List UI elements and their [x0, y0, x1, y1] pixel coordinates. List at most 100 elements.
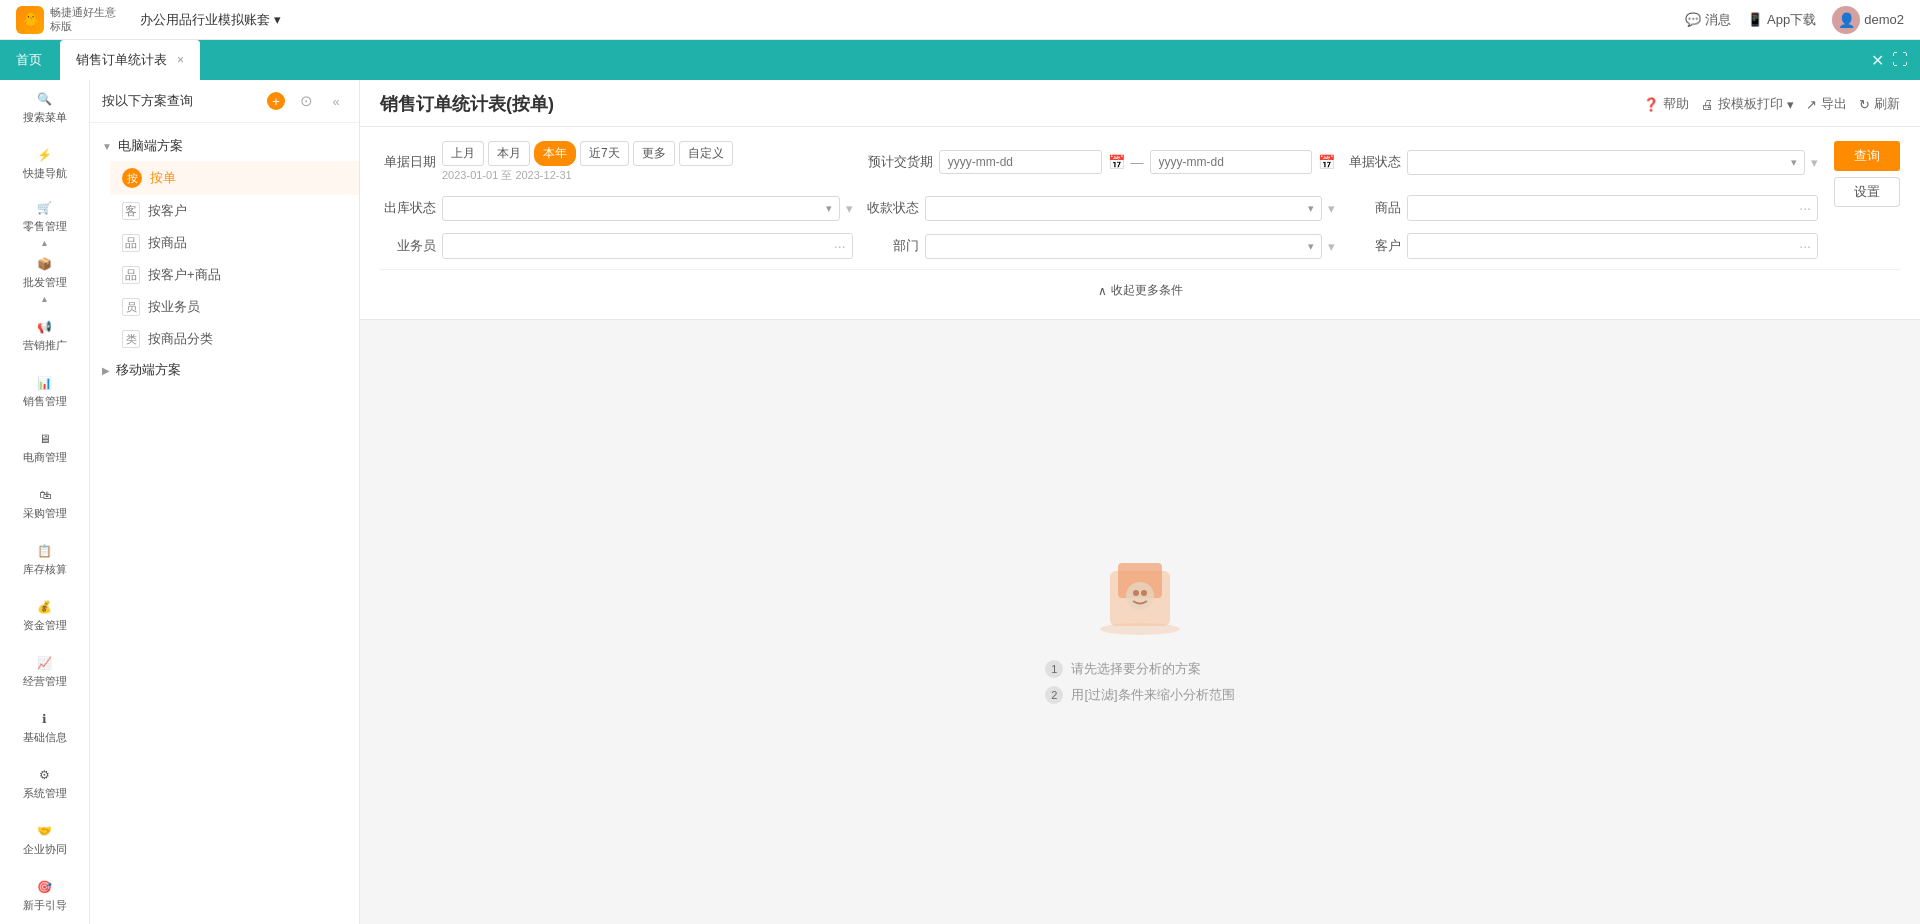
sidebar-item-finance[interactable]: 💰 资金管理 [0, 588, 89, 644]
dept-select[interactable] [925, 234, 1323, 259]
status-select[interactable] [1407, 150, 1805, 175]
date-label: 单据日期 [380, 153, 436, 171]
goods-dots-button[interactable]: ··· [1793, 196, 1817, 220]
sidebar-item-business[interactable]: 📈 经营管理 [0, 644, 89, 700]
sidebar-item-enterprise[interactable]: 🤝 企业协同 [0, 812, 89, 868]
predict-date-start-input[interactable] [939, 150, 1102, 174]
filter-cell-salesman: 业务员 ··· [380, 233, 853, 259]
sidebar-item-inventory[interactable]: 📋 库存核算 [0, 532, 89, 588]
tab-sales-statistics[interactable]: 销售订单统计表 × [60, 40, 200, 80]
filter-cell-dept: 部门 ▾ [863, 234, 1336, 259]
customer-dots-button[interactable]: ··· [1793, 234, 1817, 258]
sidebar-item-retail[interactable]: 🛒 零售管理 ▲ [0, 196, 89, 252]
date-range-text: 2023-01-01 至 2023-12-31 [442, 168, 733, 183]
content-area: 按以下方案查询 + ⊙ « [90, 80, 1920, 924]
sidebar-item-shortcut[interactable]: ⚡ 快捷导航 [0, 136, 89, 192]
sidebar-item-system[interactable]: ⚙ 系统管理 [0, 756, 89, 812]
page-title: 销售订单统计表(按单) [380, 92, 554, 116]
message-button[interactable]: 💬 消息 [1685, 11, 1731, 29]
user-avatar-area[interactable]: 👤 demo2 [1832, 6, 1904, 34]
filter-row-2: 出库状态 ▾ 收款 [380, 195, 1818, 221]
page-title-row: 销售订单统计表(按单) ❓ 帮助 🖨 按模板打印 ▾ [380, 92, 1900, 126]
sidebar-item-purchase[interactable]: 🛍 采购管理 [0, 476, 89, 532]
refresh-button[interactable]: ↻ 刷新 [1859, 95, 1900, 113]
empty-tip-2: 2 用[过滤]条件来缩小分析范围 [1045, 686, 1234, 704]
tree-child-by-goods-category[interactable]: 类 按商品分类 [110, 323, 359, 355]
filter-row-1: 单据日期 上月 本月 本年 近7天 更多 自定义 [380, 141, 1818, 183]
sidebar-item-sales[interactable]: 📊 销售管理 [0, 364, 89, 420]
empty-tip-1: 1 请先选择要分析的方案 [1045, 660, 1234, 678]
window-close-icon[interactable]: ✕ [1871, 51, 1884, 70]
left-panel: 按以下方案查询 + ⊙ « [90, 80, 360, 924]
sidebar-item-marketing[interactable]: 📢 营销推广 [0, 308, 89, 364]
export-button[interactable]: ↗ 导出 [1806, 95, 1847, 113]
date-btn-last-month[interactable]: 上月 [442, 141, 484, 166]
filter-cell-customer: 客户 ··· [1345, 233, 1818, 259]
ship-select[interactable] [442, 196, 840, 221]
tree-child-by-customer[interactable]: 客 按客户 [110, 195, 359, 227]
customer-input[interactable] [1408, 235, 1793, 258]
tab-home[interactable]: 首页 [0, 40, 58, 80]
add-scheme-button[interactable]: + [265, 90, 287, 112]
tree-child-by-customer-goods[interactable]: 品 按客户+商品 [110, 259, 359, 291]
date-btn-custom[interactable]: 自定义 [679, 141, 733, 166]
goods-input[interactable] [1408, 197, 1793, 220]
filter-cell-predict-date: 预计交货期 📅 — 📅 [863, 150, 1336, 174]
predict-date-label: 预计交货期 [863, 153, 933, 171]
sidebar-item-newguide[interactable]: 🎯 新手引导 [0, 868, 89, 924]
tree-child-by-order[interactable]: 按 按单 [110, 161, 359, 195]
customer-label: 客户 [1345, 237, 1401, 255]
salesman-dots-button[interactable]: ··· [828, 234, 852, 258]
tree-child-by-salesman[interactable]: 员 按业务员 [110, 291, 359, 323]
empty-state: 1 请先选择要分析的方案 2 用[过滤]条件来缩小分析范围 [360, 320, 1920, 924]
app-download-button[interactable]: 📱 App下载 [1747, 11, 1816, 29]
window-expand-icon[interactable]: ⛶ [1892, 51, 1908, 69]
date-btn-this-year[interactable]: 本年 [534, 141, 576, 166]
collect-label: 收款状态 [863, 199, 919, 217]
query-button[interactable]: 查询 [1834, 141, 1900, 171]
scheme-settings-icon[interactable]: ⊙ [295, 90, 317, 112]
collect-select-expand-icon[interactable]: ▾ [1328, 201, 1335, 216]
top-bar: 🐥 畅捷通好生意 标版 办公用品行业模拟账套 ▾ 💬 消息 📱 App下载 👤 … [0, 0, 1920, 40]
goods-label: 商品 [1345, 199, 1401, 217]
tree-parent-pc[interactable]: ▼ 电脑端方案 [90, 131, 359, 161]
collect-select[interactable] [925, 196, 1323, 221]
customer-input-wrap: ··· [1407, 233, 1818, 259]
filter-row-3: 业务员 ··· 部门 [380, 233, 1818, 259]
dept-label: 部门 [863, 237, 919, 255]
dept-select-wrap [925, 234, 1323, 259]
breadcrumb: 办公用品行业模拟账套 ▾ [140, 11, 281, 29]
help-button[interactable]: ❓ 帮助 [1643, 95, 1689, 113]
predict-date-start-calendar-icon[interactable]: 📅 [1108, 154, 1125, 170]
status-select-expand-icon[interactable]: ▾ [1811, 155, 1818, 170]
tree-parent-mobile[interactable]: ▶ 移动端方案 [90, 355, 359, 385]
predict-date-end-calendar-icon[interactable]: 📅 [1318, 154, 1335, 170]
settings-button[interactable]: 设置 [1834, 177, 1900, 207]
sidebar-item-wholesale[interactable]: 📦 批发管理 ▲ [0, 252, 89, 308]
logo-text: 畅捷通好生意 标版 [50, 6, 116, 32]
goods-input-wrap: ··· [1407, 195, 1818, 221]
salesman-input[interactable] [443, 235, 828, 258]
empty-tips: 1 请先选择要分析的方案 2 用[过滤]条件来缩小分析范围 [1045, 660, 1234, 704]
date-btn-7days[interactable]: 近7天 [580, 141, 629, 166]
avatar: 👤 [1832, 6, 1860, 34]
sidebar-item-search[interactable]: 🔍 搜索菜单 [0, 80, 89, 136]
panel-collapse-icon[interactable]: « [325, 90, 347, 112]
dept-select-expand-icon[interactable]: ▾ [1328, 239, 1335, 254]
predict-date-end-input[interactable] [1150, 150, 1313, 174]
tab-close-icon[interactable]: × [177, 53, 184, 67]
logo-icon: 🐥 [16, 6, 44, 34]
tree-section-mobile: ▶ 移动端方案 [90, 355, 359, 385]
collapse-button[interactable]: ∧ 收起更多条件 [1092, 276, 1189, 305]
tree-child-by-goods[interactable]: 品 按商品 [110, 227, 359, 259]
date-btn-this-month[interactable]: 本月 [488, 141, 530, 166]
sidebar-item-basic[interactable]: ℹ 基础信息 [0, 700, 89, 756]
date-btn-more[interactable]: 更多 [633, 141, 675, 166]
template-print-button[interactable]: 🖨 按模板打印 ▾ [1701, 95, 1794, 113]
sidebar-item-ecommerce[interactable]: 🖥 电商管理 [0, 420, 89, 476]
ship-select-expand-icon[interactable]: ▾ [846, 201, 853, 216]
panel-tree: ▼ 电脑端方案 按 按单 客 按客户 [90, 123, 359, 924]
logo-area: 🐥 畅捷通好生意 标版 [16, 6, 116, 34]
page-body: 按以下方案查询 + ⊙ « [90, 80, 1920, 924]
status-label: 单据状态 [1345, 153, 1401, 171]
